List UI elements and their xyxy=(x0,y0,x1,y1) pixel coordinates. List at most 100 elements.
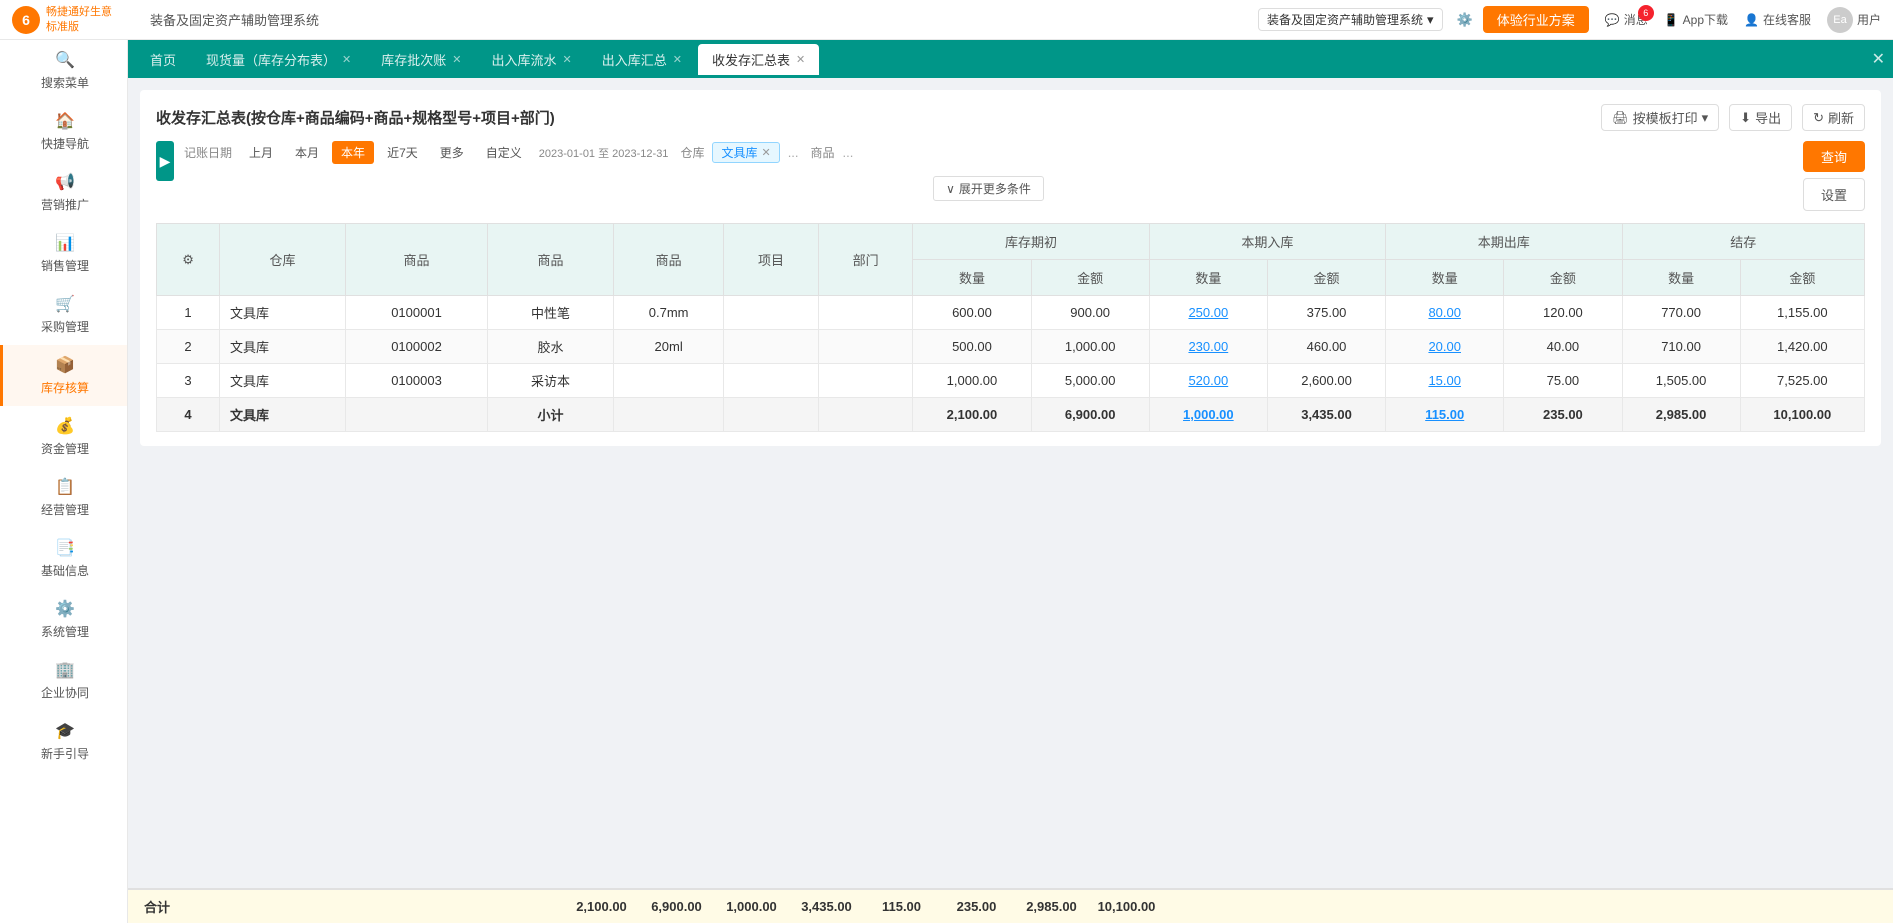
filter-collapse-btn[interactable]: ▶ xyxy=(156,141,174,181)
out-qty-link[interactable]: 15.00 xyxy=(1428,373,1461,388)
date-curr-month-btn[interactable]: 本月 xyxy=(286,141,328,164)
top-header: 6 畅捷通好生意 标准版 装备及固定资产辅助管理系统 装备及固定资产辅助管理系统… xyxy=(0,0,1893,40)
warehouse-ellipsis[interactable]: ... xyxy=(788,145,799,160)
cell-balance-qty: 770.00 xyxy=(1622,296,1740,330)
refresh-button[interactable]: ↻ 刷新 xyxy=(1802,104,1865,131)
in-qty-link[interactable]: 230.00 xyxy=(1188,339,1228,354)
filter-area: ▶ 记账日期 上月 本月 本年 近7天 xyxy=(156,141,1865,211)
cell-opening-qty: 1,000.00 xyxy=(913,364,1031,398)
cell-in-qty[interactable]: 250.00 xyxy=(1149,296,1267,330)
enterprise-icon: 🏢 xyxy=(55,660,75,680)
date-more-btn[interactable]: 更多 xyxy=(431,141,473,164)
user-item[interactable]: Ea 用户 xyxy=(1827,7,1881,33)
tab-home[interactable]: 首页 xyxy=(136,44,190,75)
cell-index: 3 xyxy=(157,364,220,398)
th-in-qty: 数量 xyxy=(1149,260,1267,296)
th-code: 商品 xyxy=(346,224,488,296)
settings-button[interactable]: 设置 xyxy=(1803,178,1865,211)
tab-in-out-summary[interactable]: 出入库汇总 ✕ xyxy=(588,44,696,75)
trial-button[interactable]: 体验行业方案 xyxy=(1483,6,1589,33)
cell-opening-qty: 500.00 xyxy=(913,330,1031,364)
tab-inventory-dist[interactable]: 现货量（库存分布表） ✕ xyxy=(192,44,365,75)
date-prev-month-btn[interactable]: 上月 xyxy=(240,141,282,164)
cell-spec xyxy=(613,364,723,398)
footer-balance-amt: 10,100.00 xyxy=(1089,899,1164,914)
online-service-item[interactable]: 👤 在线客服 xyxy=(1744,11,1811,28)
cell-opening-qty: 600.00 xyxy=(913,296,1031,330)
th-settings[interactable]: ⚙ xyxy=(157,224,220,296)
sidebar-item-finance[interactable]: 💰 资金管理 xyxy=(0,406,127,467)
cell-project xyxy=(724,364,819,398)
sidebar-item-system[interactable]: ⚙️ 系统管理 xyxy=(0,589,127,650)
sidebar-item-operation[interactable]: 📋 经营管理 xyxy=(0,467,127,528)
subtotal-warehouse: 文具库 xyxy=(220,398,346,432)
warehouse-tag-close[interactable]: ✕ xyxy=(761,146,770,159)
expand-conditions-btn[interactable]: ∨ 展开更多条件 xyxy=(933,176,1044,201)
sidebar-item-basic-info[interactable]: 📑 基础信息 xyxy=(0,528,127,589)
sidebar-item-marketing[interactable]: 📢 营销推广 xyxy=(0,162,127,223)
cell-balance-amt: 1,155.00 xyxy=(1740,296,1864,330)
tab-close-in-out-summary[interactable]: ✕ xyxy=(673,53,682,66)
settings-icon[interactable]: ⚙️ xyxy=(1457,12,1473,28)
sidebar-item-enterprise[interactable]: 🏢 企业协同 xyxy=(0,650,127,711)
tab-recv-send-summary[interactable]: 收发存汇总表 ✕ xyxy=(698,44,819,75)
in-qty-link[interactable]: 520.00 xyxy=(1188,373,1228,388)
cell-out-qty[interactable]: 20.00 xyxy=(1386,330,1504,364)
sidebar-item-purchase[interactable]: 🛒 采购管理 xyxy=(0,284,127,345)
query-button[interactable]: 查询 xyxy=(1803,141,1865,172)
table-row: 1 文具库 0100001 中性笔 0.7mm 600.00 900.00 25… xyxy=(157,296,1865,330)
cell-in-qty[interactable]: 520.00 xyxy=(1149,364,1267,398)
cell-warehouse: 文具库 xyxy=(220,296,346,330)
sidebar-item-sales[interactable]: 📊 销售管理 xyxy=(0,223,127,284)
purchase-icon: 🛒 xyxy=(55,294,75,314)
out-qty-link[interactable]: 80.00 xyxy=(1428,305,1461,320)
tab-close-inventory-dist[interactable]: ✕ xyxy=(342,53,351,66)
subtotal-project xyxy=(724,398,819,432)
tab-batch-ledger[interactable]: 库存批次账 ✕ xyxy=(367,44,475,75)
goods-ellipsis[interactable]: ... xyxy=(843,145,854,160)
out-qty-link[interactable]: 20.00 xyxy=(1428,339,1461,354)
tab-close-batch-ledger[interactable]: ✕ xyxy=(452,53,461,66)
warehouse-tag-text: 文具库 xyxy=(721,144,757,161)
in-qty-link[interactable]: 250.00 xyxy=(1188,305,1228,320)
sidebar-item-beginner[interactable]: 🎓 新手引导 xyxy=(0,711,127,772)
app-download-item[interactable]: 📱 App下载 xyxy=(1664,11,1728,28)
date-7days-btn[interactable]: 近7天 xyxy=(378,141,427,164)
th-in-amt: 金额 xyxy=(1267,260,1385,296)
system-selector[interactable]: 装备及固定资产辅助管理系统 ▾ xyxy=(1258,8,1443,31)
sidebar-item-inventory[interactable]: 📦 库存核算 xyxy=(0,345,127,406)
cell-out-amt: 40.00 xyxy=(1504,330,1622,364)
chevron-icon: ▶ xyxy=(160,153,171,170)
date-custom-btn[interactable]: 自定义 xyxy=(477,141,531,164)
print-button[interactable]: 🖨 按模板打印 ▾ xyxy=(1601,104,1719,131)
footer-opening-qty: 2,100.00 xyxy=(564,899,639,914)
close-all-tabs-button[interactable]: ✕ xyxy=(1872,51,1885,68)
subtotal-index: 4 xyxy=(157,398,220,432)
cell-out-qty[interactable]: 15.00 xyxy=(1386,364,1504,398)
cell-out-qty[interactable]: 80.00 xyxy=(1386,296,1504,330)
cell-name: 采访本 xyxy=(487,364,613,398)
service-icon: 👤 xyxy=(1744,13,1759,27)
cell-in-qty[interactable]: 230.00 xyxy=(1149,330,1267,364)
content-area: 首页 现货量（库存分布表） ✕ 库存批次账 ✕ 出入库流水 ✕ 出入库汇总 ✕ … xyxy=(128,40,1893,923)
sidebar-item-quick-nav[interactable]: 🏠 快捷导航 xyxy=(0,101,127,162)
chevron-down-icon: ▾ xyxy=(1427,12,1434,28)
table-wrapper: ⚙ 仓库 商品 商品 商品 项目 部门 库存期初 本期入库 本期出库 xyxy=(156,223,1865,432)
logo-icon: 6 xyxy=(12,6,40,34)
message-item[interactable]: 💬 消息 6 xyxy=(1605,11,1648,28)
export-button[interactable]: ⬇ 导出 xyxy=(1729,104,1792,131)
warehouse-tag[interactable]: 文具库 ✕ xyxy=(712,142,779,163)
page-actions: 🖨 按模板打印 ▾ ⬇ 导出 ↻ 刷新 xyxy=(1601,104,1865,131)
th-dept: 部门 xyxy=(818,224,913,296)
logo-text: 畅捷通好生意 标准版 xyxy=(46,5,112,34)
tab-close-in-out-flow[interactable]: ✕ xyxy=(563,53,572,66)
finance-icon: 💰 xyxy=(55,416,75,436)
cell-in-amt: 460.00 xyxy=(1267,330,1385,364)
subtotal-balance-amt: 10,100.00 xyxy=(1740,398,1864,432)
cell-balance-qty: 1,505.00 xyxy=(1622,364,1740,398)
tab-in-out-flow[interactable]: 出入库流水 ✕ xyxy=(477,44,585,75)
tab-close-recv-send-summary[interactable]: ✕ xyxy=(796,53,805,66)
date-curr-year-btn[interactable]: 本年 xyxy=(332,141,374,164)
footer-out-qty: 115.00 xyxy=(864,899,939,914)
sidebar-item-search-menu[interactable]: 🔍 搜索菜单 xyxy=(0,40,127,101)
